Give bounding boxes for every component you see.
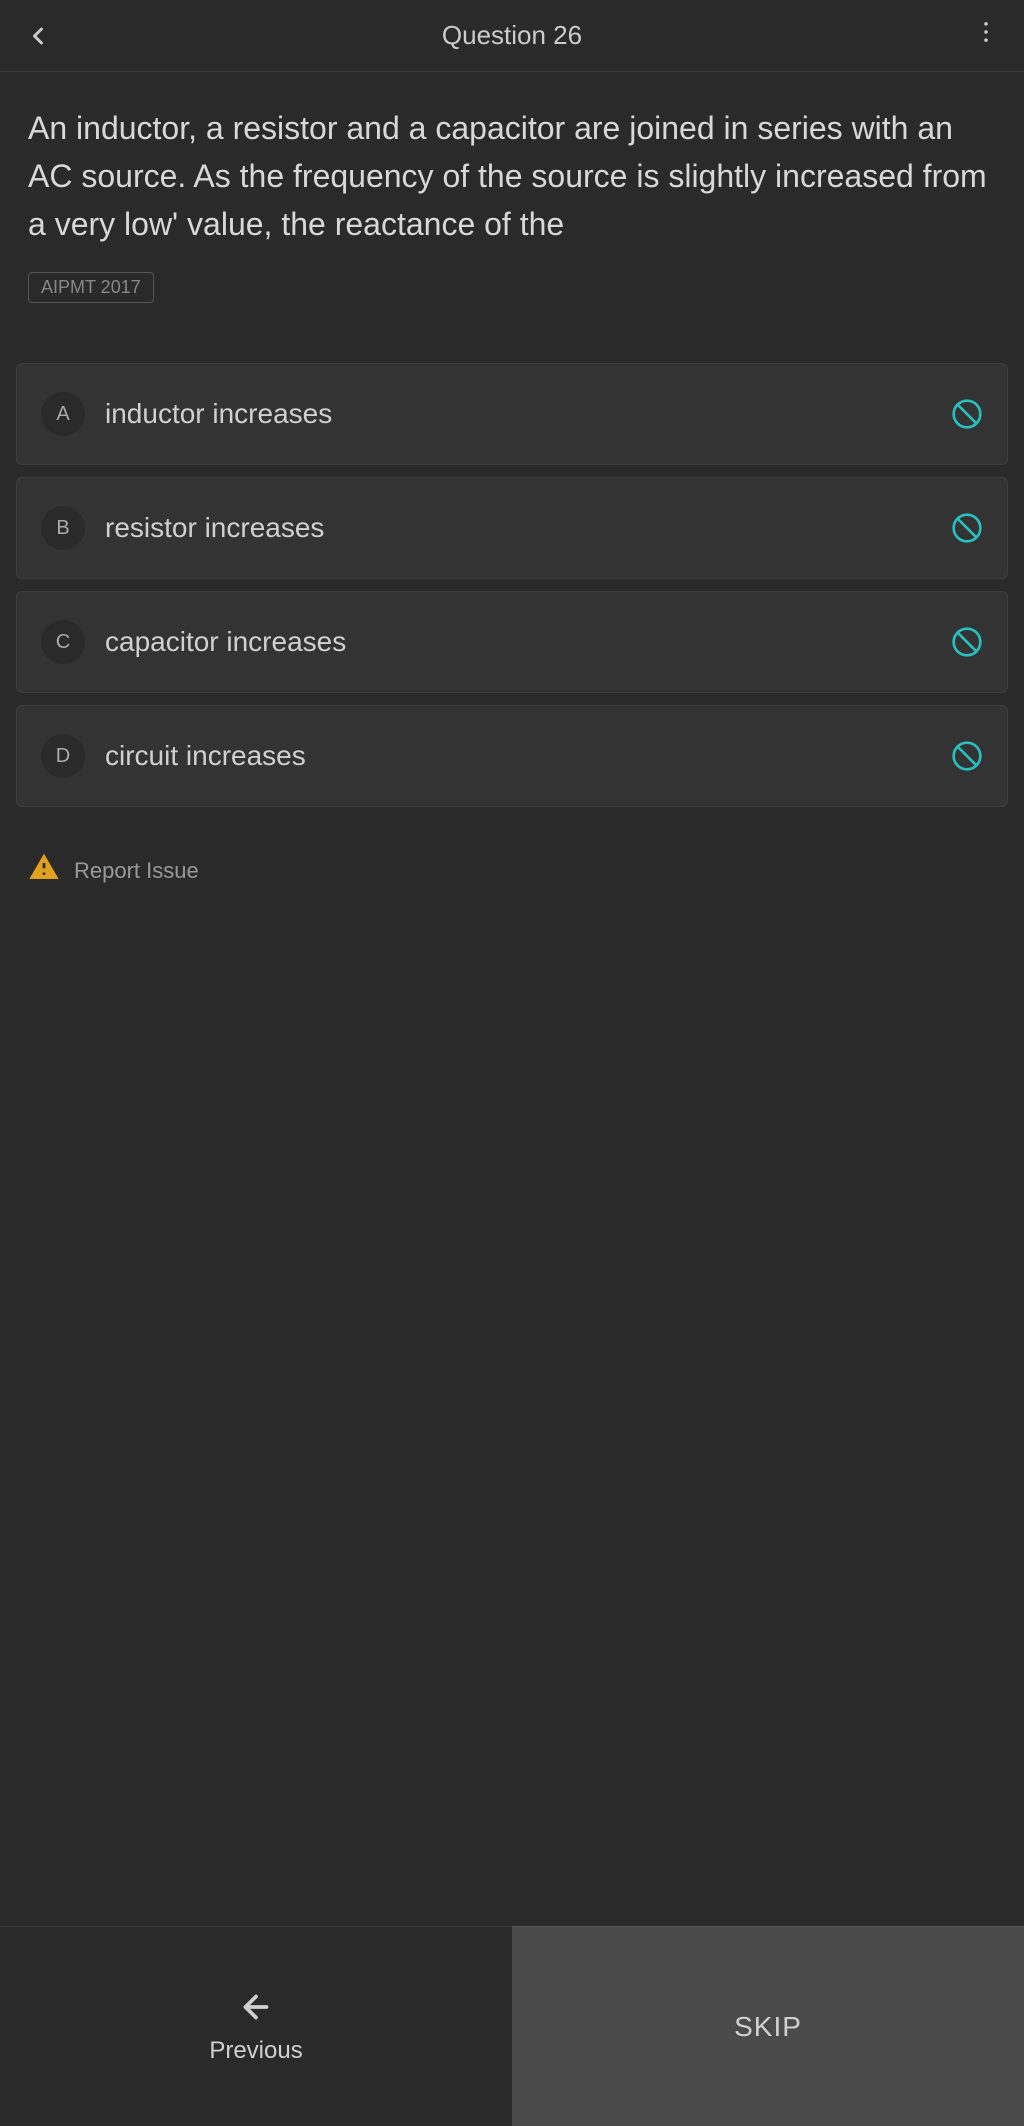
option-c-label: C — [41, 620, 85, 664]
option-a-deselect-icon — [951, 398, 983, 430]
back-button[interactable] — [24, 22, 52, 50]
header-title: Question 26 — [442, 20, 582, 51]
header: Question 26 — [0, 0, 1024, 72]
option-d-deselect-icon — [951, 740, 983, 772]
question-tag: AIPMT 2017 — [28, 272, 154, 303]
option-a-label: A — [41, 392, 85, 436]
skip-button[interactable]: SKIP — [512, 1926, 1024, 2126]
question-container: An inductor, a resistor and a capacitor … — [0, 72, 1024, 363]
option-b-deselect-icon — [951, 512, 983, 544]
option-c-deselect-icon — [951, 626, 983, 658]
option-d-text: circuit increases — [105, 740, 306, 772]
option-c-text: capacitor increases — [105, 626, 346, 658]
option-d[interactable]: D circuit increases — [16, 705, 1008, 807]
options-container: A inductor increases B resistor increase… — [0, 363, 1024, 819]
content-spacer — [0, 914, 1024, 1514]
question-text: An inductor, a resistor and a capacitor … — [28, 104, 996, 248]
menu-button[interactable] — [972, 18, 1000, 53]
bottom-navigation: Previous SKIP — [0, 1926, 1024, 2126]
option-a[interactable]: A inductor increases — [16, 363, 1008, 465]
report-issue-label: Report Issue — [74, 858, 199, 884]
option-b[interactable]: B resistor increases — [16, 477, 1008, 579]
option-d-label: D — [41, 734, 85, 778]
previous-button[interactable]: Previous — [0, 1926, 512, 2126]
arrow-left-icon — [238, 1989, 274, 2025]
option-c[interactable]: C capacitor increases — [16, 591, 1008, 693]
option-b-text: resistor increases — [105, 512, 324, 544]
previous-button-label: Previous — [209, 2037, 302, 2065]
skip-button-label: SKIP — [734, 2011, 802, 2043]
warning-icon — [28, 851, 60, 890]
option-a-text: inductor increases — [105, 398, 332, 430]
option-b-label: B — [41, 506, 85, 550]
report-issue-button[interactable]: Report Issue — [0, 827, 1024, 914]
